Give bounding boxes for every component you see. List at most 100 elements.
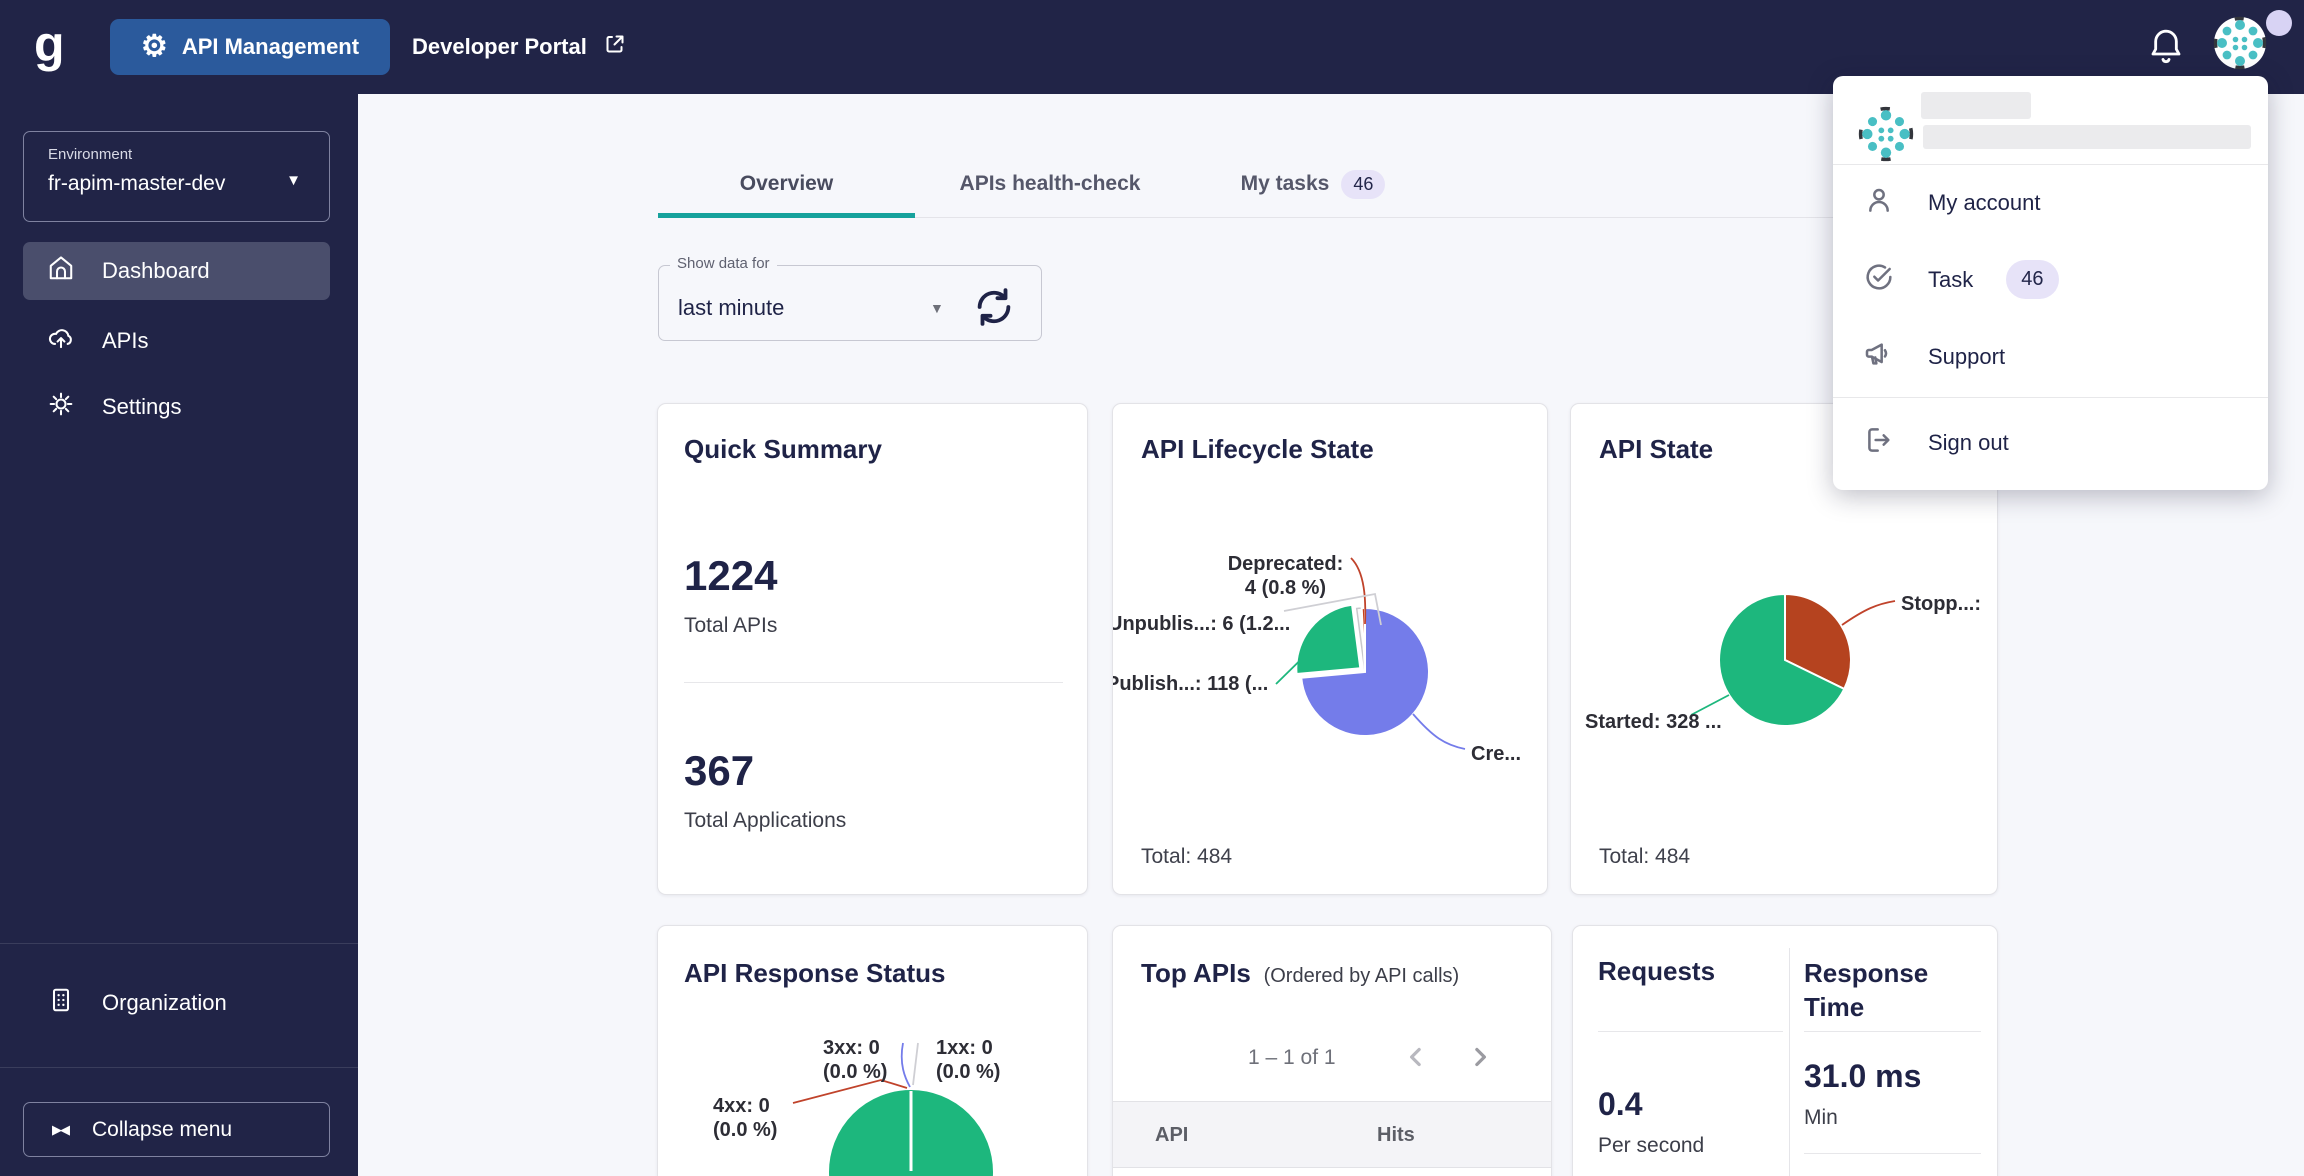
bell-icon: [2146, 57, 2186, 74]
menu-item-task[interactable]: Task 46: [1833, 241, 2268, 318]
user-dropdown-menu: Lydia P. My account Task 46: [1833, 76, 2268, 490]
external-link-icon: [603, 32, 627, 62]
avatar-dots-icon: [1858, 106, 1914, 162]
organization-icon: [47, 986, 75, 1020]
show-data-for-value: last minute: [678, 295, 784, 321]
paginator-prev-button[interactable]: [1401, 1042, 1431, 1075]
menu-item-label: My account: [1928, 190, 2041, 216]
table-header-row: API Hits: [1113, 1101, 1552, 1168]
total-apis-label: Total APIs: [684, 614, 777, 638]
response-time-title: Response Time: [1804, 956, 1964, 1024]
card-title: Quick Summary: [684, 434, 882, 465]
developer-portal-label: Developer Portal: [412, 34, 587, 60]
sidebar-item-label: Settings: [102, 394, 182, 420]
environment-select[interactable]: Environment fr-apim-master-dev ▼: [23, 131, 330, 222]
avatar-dots-icon: [2213, 16, 2267, 70]
name-redaction: [1921, 92, 2031, 119]
menu-item-my-account[interactable]: My account: [1833, 164, 2268, 241]
tab-label: APIs health-check: [960, 172, 1141, 196]
chevron-right-icon: [1465, 1042, 1495, 1072]
tab-my-tasks[interactable]: My tasks 46: [1185, 150, 1441, 218]
requests-title: Requests: [1598, 956, 1715, 987]
sidebar-item-label: Organization: [102, 990, 227, 1016]
chevron-down-icon: ▼: [930, 300, 944, 316]
paginator-range: 1 – 1 of 1: [1248, 1046, 1336, 1070]
sidebar-item-apis[interactable]: APIs: [23, 312, 330, 370]
api-management-label: API Management: [182, 34, 359, 60]
total-label: Total: 484: [1599, 845, 1690, 869]
requests-unit: Per second: [1598, 1134, 1704, 1158]
sidebar-item-label: Dashboard: [102, 258, 210, 284]
paginator-next-button[interactable]: [1465, 1042, 1495, 1075]
card-quick-summary: Quick Summary 1224 Total APIs 367 Total …: [657, 403, 1088, 895]
divider: [1804, 1153, 1981, 1154]
menu-item-label: Support: [1928, 344, 2005, 370]
sidebar-item-label: APIs: [102, 328, 148, 354]
tab-overview[interactable]: Overview: [658, 150, 915, 218]
top-apis-subtitle: (Ordered by API calls): [1258, 965, 1459, 987]
sidebar: Environment fr-apim-master-dev ▼ Dashboa…: [0, 94, 358, 1176]
response-time-value: 31.0 ms: [1804, 1058, 1921, 1095]
home-icon: [47, 254, 75, 288]
sidebar-item-settings[interactable]: Settings: [23, 378, 330, 436]
tab-apis-health-check[interactable]: APIs health-check: [915, 150, 1185, 218]
divider: [684, 682, 1063, 683]
menu-item-sign-out[interactable]: Sign out: [1833, 404, 2268, 481]
notifications-bell-button[interactable]: [2146, 24, 2186, 75]
requests-value: 0.4: [1598, 1086, 1642, 1123]
apim-dashboard: g ⚙ API Management Developer Portal: [0, 0, 2304, 1176]
api-lifecycle-pie-chart[interactable]: [1113, 404, 1548, 895]
pie-label-deprecated: Deprecated: 4 (0.8 %): [1203, 552, 1368, 600]
collapse-menu-label: Collapse menu: [92, 1118, 232, 1142]
task-count-badge: 46: [2006, 260, 2058, 299]
response-time-unit: Min: [1804, 1106, 1838, 1130]
sign-out-icon: [1863, 424, 1895, 462]
collapse-menu-button[interactable]: ▶◀ Collapse menu: [23, 1102, 330, 1157]
menu-divider: [1833, 397, 2268, 398]
menu-item-label: Task: [1928, 267, 1973, 293]
pie-label-published: Publish...: 118 (...: [1112, 672, 1268, 696]
column-header-api: API: [1155, 1124, 1188, 1147]
pie-label-unpublished: Unpublis...: 6 (1.2...: [1112, 612, 1290, 636]
card-api-response-status: API Response Status 3xx: 0 (0.0 %) 1xx: …: [657, 925, 1088, 1176]
sidebar-divider: [0, 1067, 358, 1068]
menu-item-label: Sign out: [1928, 430, 2009, 456]
card-api-lifecycle-state: API Lifecycle State Deprecated: 4 (0.8 %…: [1112, 403, 1548, 895]
my-tasks-badge: 46: [1341, 170, 1385, 199]
pie-label-started: Started: 328 ...: [1585, 710, 1722, 734]
chevron-down-icon: ▼: [286, 172, 301, 189]
divider: [1598, 1031, 1783, 1032]
megaphone-icon: [1863, 338, 1895, 376]
refresh-icon: [971, 284, 1017, 330]
pie-label-1xx: 1xx: 0 (0.0 %): [936, 1036, 1000, 1084]
chevron-left-icon: [1401, 1042, 1431, 1072]
developer-portal-link[interactable]: Developer Portal: [412, 0, 627, 94]
check-circle-icon: [1863, 261, 1895, 299]
total-applications-value: 367: [684, 747, 754, 795]
environment-select-label: Environment: [48, 146, 329, 163]
gear-icon: [47, 390, 75, 424]
cloud-upload-icon: [47, 324, 75, 358]
show-data-for-label: Show data for: [670, 255, 777, 272]
menu-item-support[interactable]: Support: [1833, 318, 2268, 395]
pie-label-3xx: 3xx: 0 (0.0 %): [823, 1036, 887, 1084]
tab-label: Overview: [740, 172, 833, 196]
divider: [1804, 1031, 1981, 1032]
total-applications-label: Total Applications: [684, 809, 846, 833]
total-label: Total: 484: [1141, 845, 1232, 869]
user-avatar-button[interactable]: [2213, 16, 2267, 75]
pie-label-4xx: 4xx: 0 (0.0 %): [713, 1094, 777, 1142]
total-apis-value: 1224: [684, 552, 777, 600]
pie-label-stopped: Stopp...:: [1901, 592, 1981, 616]
refresh-button[interactable]: [968, 284, 1020, 330]
sidebar-item-organization[interactable]: Organization: [23, 974, 330, 1032]
card-requests-response-time: Requests 0.4 Per second Response Time 31…: [1572, 925, 1998, 1176]
column-header-hits: Hits: [1377, 1124, 1415, 1147]
gravitee-logo[interactable]: g: [34, 14, 65, 74]
top-apis-title: Top APIs: [1141, 958, 1251, 988]
pie-label-created: Cre...: [1471, 742, 1521, 766]
sidebar-item-dashboard[interactable]: Dashboard: [23, 242, 330, 300]
card-top-apis: Top APIs (Ordered by API calls) 1 – 1 of…: [1112, 925, 1552, 1176]
person-icon: [1863, 184, 1895, 222]
api-management-button[interactable]: ⚙ API Management: [110, 19, 390, 75]
